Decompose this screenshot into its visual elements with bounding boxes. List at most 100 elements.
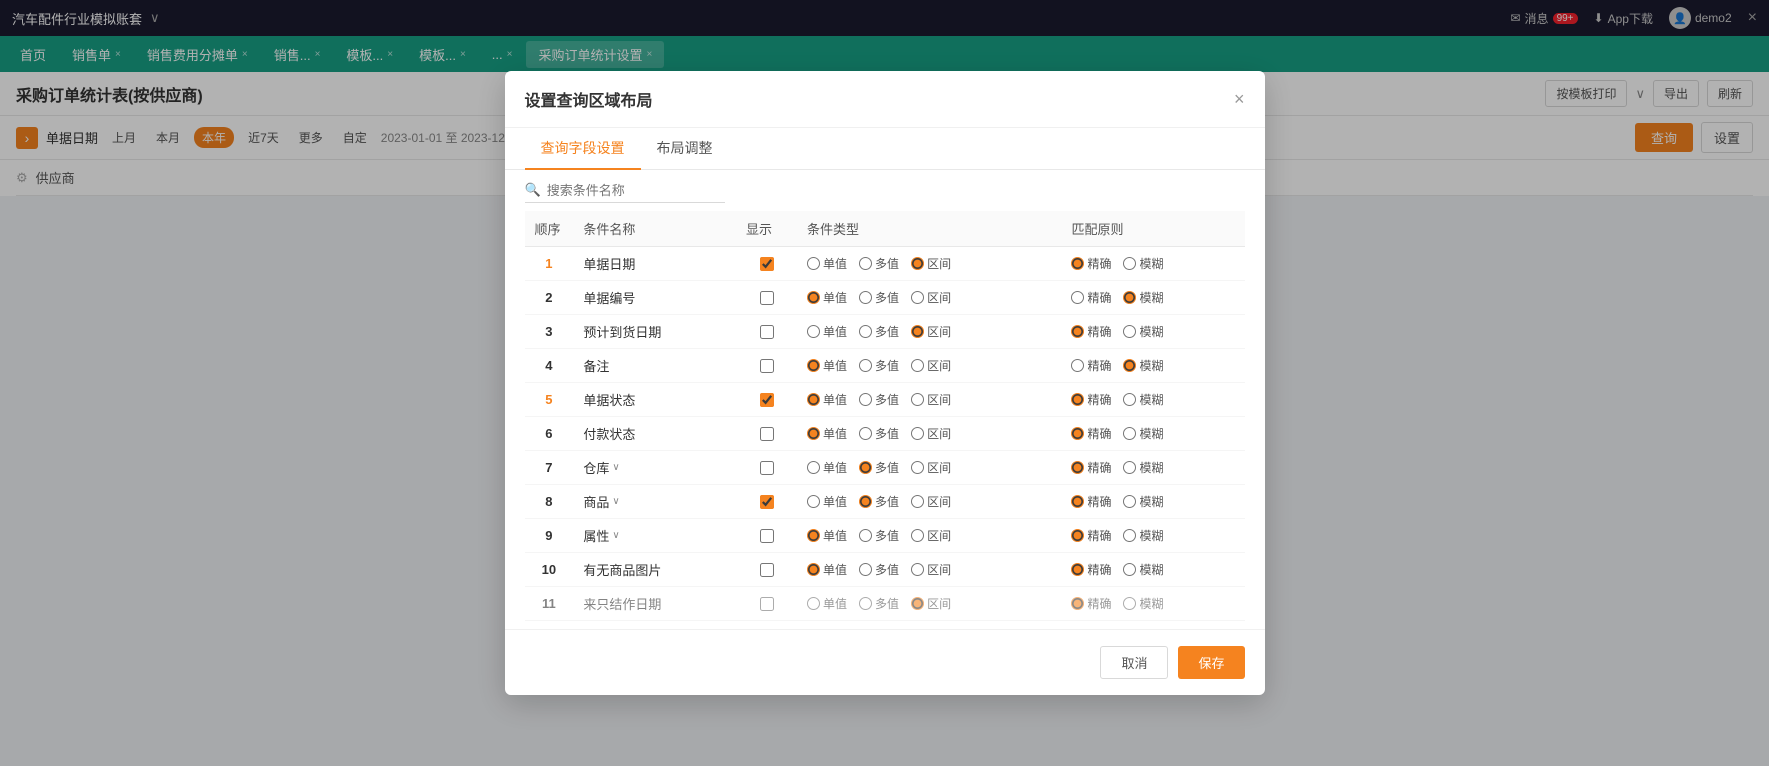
radio-fuzzy[interactable] [1123,359,1136,372]
radio-single[interactable] [807,359,820,372]
radio-exact[interactable] [1071,393,1084,406]
radio-fuzzy[interactable] [1123,563,1136,576]
radio-exact[interactable] [1071,495,1084,508]
radio-multi[interactable] [859,325,872,338]
radio-exact[interactable] [1071,597,1084,610]
display-checkbox[interactable] [760,325,774,339]
cell-name: 付款状态 [573,417,736,451]
radio-multi[interactable] [859,291,872,304]
radio-range[interactable] [911,427,924,440]
modal-body: 查询字段设置 布局调整 🔍 顺序 条 [505,128,1265,629]
radio-range[interactable] [911,529,924,542]
radio-range[interactable] [911,257,924,270]
table-row: 11 来只结作日期 单值 多值 区间 [525,587,1245,621]
radio-fuzzy[interactable] [1123,461,1136,474]
radio-multi[interactable] [859,563,872,576]
tab-query-field-settings[interactable]: 查询字段设置 [525,128,641,170]
radio-fuzzy[interactable] [1123,529,1136,542]
display-checkbox[interactable] [760,291,774,305]
radio-exact[interactable] [1071,529,1084,542]
radio-multi[interactable] [859,393,872,406]
radio-exact[interactable] [1071,257,1084,270]
display-checkbox[interactable] [760,257,774,271]
radio-fuzzy[interactable] [1123,427,1136,440]
radio-range[interactable] [911,563,924,576]
radio-range[interactable] [911,597,924,610]
radio-range[interactable] [911,393,924,406]
radio-fuzzy[interactable] [1123,257,1136,270]
radio-range[interactable] [911,495,924,508]
modal-close-button[interactable]: × [1234,90,1245,108]
radio-range[interactable] [911,291,924,304]
cell-match: 精确 模糊 [1061,485,1244,519]
radio-fuzzy[interactable] [1123,291,1136,304]
save-button[interactable]: 保存 [1178,646,1244,679]
radio-range[interactable] [911,461,924,474]
radio-fuzzy[interactable] [1123,597,1136,610]
cell-type: 单值 多值 区间 [797,281,1061,315]
cell-seq: 1 [525,247,574,281]
radio-multi[interactable] [859,495,872,508]
chevron-down-icon: ∨ [612,496,619,507]
table-row: 4 备注 单值 多值 区间 [525,349,1245,383]
table-thead: 顺序 条件名称 显示 条件类型 匹配原则 [525,211,1245,247]
radio-exact[interactable] [1071,359,1084,372]
radio-multi[interactable] [859,597,872,610]
cell-seq: 2 [525,281,574,315]
display-checkbox[interactable] [760,461,774,475]
cell-seq: 4 [525,349,574,383]
tab-layout-adjust[interactable]: 布局调整 [641,128,729,170]
radio-multi[interactable] [859,529,872,542]
radio-single[interactable] [807,597,820,610]
radio-single[interactable] [807,529,820,542]
display-checkbox[interactable] [760,393,774,407]
cell-type: 单值 多值 区间 [797,247,1061,281]
cell-match: 精确 模糊 [1061,383,1244,417]
radio-single[interactable] [807,325,820,338]
radio-single[interactable] [807,291,820,304]
cell-name: 预计到货日期 [573,315,736,349]
radio-single[interactable] [807,257,820,270]
radio-multi[interactable] [859,359,872,372]
cell-match: 精确 模糊 [1061,315,1244,349]
radio-exact[interactable] [1071,291,1084,304]
radio-multi[interactable] [859,257,872,270]
search-icon: 🔍 [525,182,541,198]
radio-single[interactable] [807,563,820,576]
table-row: 10 有无商品图片 单值 多值 区间 [525,553,1245,587]
radio-multi[interactable] [859,427,872,440]
cell-display [736,383,797,417]
cancel-button[interactable]: 取消 [1100,646,1168,679]
radio-fuzzy[interactable] [1123,495,1136,508]
radio-single[interactable] [807,495,820,508]
radio-exact[interactable] [1071,563,1084,576]
cell-display [736,247,797,281]
cell-display [736,587,797,621]
radio-exact[interactable] [1071,461,1084,474]
display-checkbox[interactable] [760,597,774,611]
display-checkbox[interactable] [760,427,774,441]
display-checkbox[interactable] [760,563,774,577]
table-row: 3 预计到货日期 单值 多值 区间 [525,315,1245,349]
radio-fuzzy[interactable] [1123,393,1136,406]
radio-single[interactable] [807,461,820,474]
radio-range[interactable] [911,325,924,338]
search-input[interactable] [547,183,707,198]
radio-fuzzy[interactable] [1123,325,1136,338]
search-box: 🔍 [525,182,725,203]
display-checkbox[interactable] [760,529,774,543]
cell-name: 有无商品图片 [573,553,736,587]
cell-type: 单值 多值 区间 [797,451,1061,485]
radio-single[interactable] [807,393,820,406]
radio-exact[interactable] [1071,325,1084,338]
radio-single[interactable] [807,427,820,440]
display-checkbox[interactable] [760,359,774,373]
modal-overlay: 设置查询区域布局 × 查询字段设置 布局调整 🔍 [0,0,1769,766]
cell-name: 仓库 ∨ [573,451,736,485]
cell-match: 精确 模糊 [1061,247,1244,281]
radio-multi[interactable] [859,461,872,474]
radio-range[interactable] [911,359,924,372]
radio-exact[interactable] [1071,427,1084,440]
cell-seq: 9 [525,519,574,553]
display-checkbox[interactable] [760,495,774,509]
